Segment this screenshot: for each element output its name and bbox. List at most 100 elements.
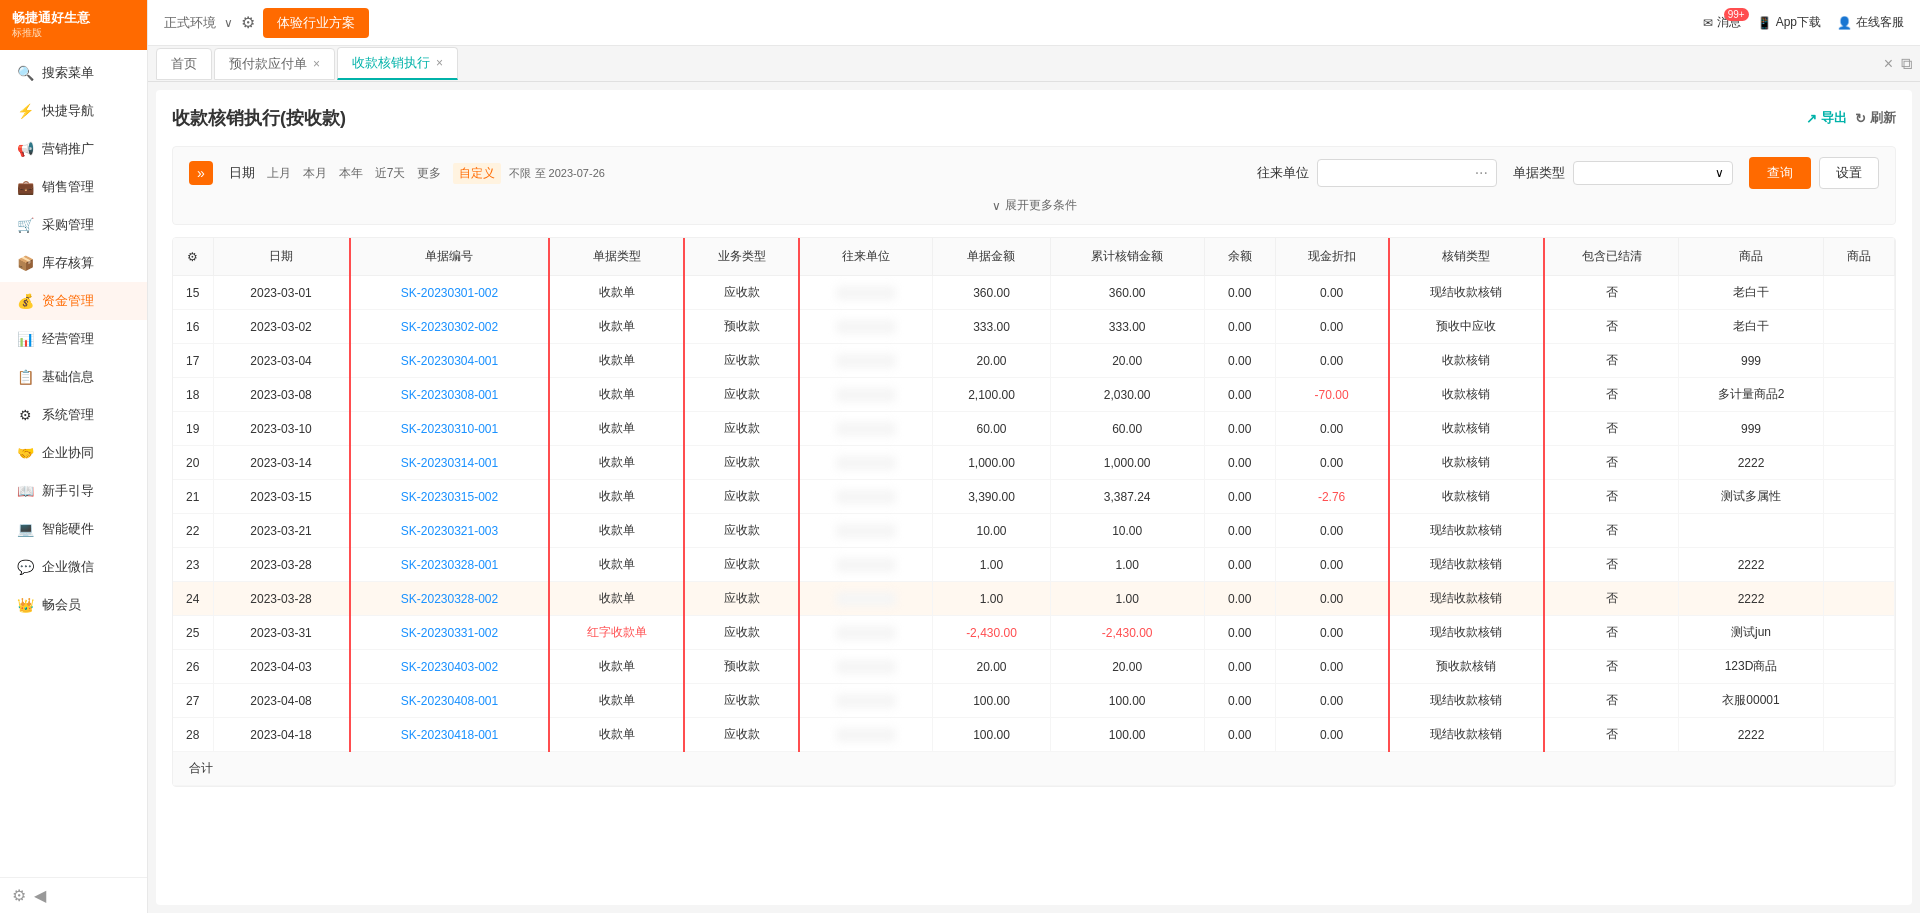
sidebar-item-member[interactable]: 👑畅会员 — [0, 586, 147, 624]
sidebar-item-marketing[interactable]: 📢营销推广 — [0, 130, 147, 168]
cell-product1: 2222 — [1679, 548, 1824, 582]
cell-bill-no: SK-20230403-002 — [350, 650, 550, 684]
topbar-msg[interactable]: ✉ 消息 99+ — [1703, 14, 1741, 31]
sidebar-item-corp[interactable]: 🤝企业协同 — [0, 434, 147, 472]
filter-custom-btn[interactable]: 自定义 — [453, 163, 501, 184]
bill-no-link[interactable]: SK-20230302-002 — [401, 320, 498, 334]
partner-dots[interactable]: ··· — [1475, 164, 1488, 182]
sidebar-collapse-icon[interactable]: ◀ — [34, 886, 46, 905]
close-window-icon[interactable]: × — [1884, 55, 1893, 73]
sidebar-item-hardware[interactable]: 💻智能硬件 — [0, 510, 147, 548]
cell-writeoff-type: 现结收款核销 — [1389, 276, 1545, 310]
sidebar-item-sales[interactable]: 💼销售管理 — [0, 168, 147, 206]
cell-bill-no: SK-20230314-001 — [350, 446, 550, 480]
tab-close-2[interactable]: × — [436, 56, 443, 70]
table-row: 27 2023-04-08 SK-20230408-001 收款单 应收款 10… — [173, 684, 1895, 718]
sidebar-item-nav[interactable]: ⚡快捷导航 — [0, 92, 147, 130]
cell-partner — [799, 514, 933, 548]
bill-no-link[interactable]: SK-20230403-002 — [401, 660, 498, 674]
topbar-gear-icon[interactable]: ⚙ — [241, 13, 255, 32]
sidebar-icon-member: 👑 — [16, 597, 34, 613]
bill-no-link[interactable]: SK-20230310-001 — [401, 422, 498, 436]
cell-writeoff: 360.00 — [1050, 276, 1204, 310]
tab-1[interactable]: 预付款应付单× — [214, 48, 335, 80]
cell-amount: 60.00 — [933, 412, 1050, 446]
col-amount: 单据金额 — [933, 238, 1050, 276]
settings-icon[interactable]: ⚙ — [187, 250, 198, 264]
bill-no-link[interactable]: SK-20230418-001 — [401, 728, 498, 742]
cell-writeoff: 20.00 — [1050, 650, 1204, 684]
cell-amount: 2,100.00 — [933, 378, 1050, 412]
expand-more-button[interactable]: ∨ 展开更多条件 — [992, 197, 1077, 214]
topbar-service[interactable]: 👤 在线客服 — [1837, 14, 1904, 31]
cell-amount: 1.00 — [933, 548, 1050, 582]
export-button[interactable]: ↗ 导出 — [1806, 109, 1847, 127]
filter-date-btn[interactable]: 本月 — [299, 163, 331, 184]
bill-no-link[interactable]: SK-20230314-001 — [401, 456, 498, 470]
filter-date-btn[interactable]: 上月 — [263, 163, 295, 184]
sidebar-label-sales: 销售管理 — [42, 178, 94, 196]
cell-writeoff: 20.00 — [1050, 344, 1204, 378]
cell-balance: 0.00 — [1204, 480, 1275, 514]
restore-window-icon[interactable]: ⧉ — [1901, 55, 1912, 73]
bill-no-link[interactable]: SK-20230308-001 — [401, 388, 498, 402]
page-header: 收款核销执行(按收款) ↗ 导出 ↻ 刷新 — [172, 106, 1896, 130]
cell-partner — [799, 616, 933, 650]
sidebar-item-purchase[interactable]: 🛒采购管理 — [0, 206, 147, 244]
sidebar-icon-search: 🔍 — [16, 65, 34, 81]
cell-amount: 333.00 — [933, 310, 1050, 344]
sidebar-item-inventory[interactable]: 📦库存核算 — [0, 244, 147, 282]
sidebar-settings-icon[interactable]: ⚙ — [12, 886, 26, 905]
cell-product1: 2222 — [1679, 446, 1824, 480]
sidebar-item-search[interactable]: 🔍搜索菜单 — [0, 54, 147, 92]
bill-no-link[interactable]: SK-20230321-003 — [401, 524, 498, 538]
bill-no-link[interactable]: SK-20230331-002 — [401, 626, 498, 640]
cell-date: 2023-03-14 — [213, 446, 350, 480]
cell-balance: 0.00 — [1204, 650, 1275, 684]
filter-date-btn[interactable]: 更多 — [413, 163, 445, 184]
cell-no: 20 — [173, 446, 213, 480]
sidebar-item-base[interactable]: 📋基础信息 — [0, 358, 147, 396]
refresh-button[interactable]: ↻ 刷新 — [1855, 109, 1896, 127]
sidebar-item-guide[interactable]: 📖新手引导 — [0, 472, 147, 510]
cell-no: 21 — [173, 480, 213, 514]
filter-date-btn[interactable]: 近7天 — [371, 163, 410, 184]
sidebar-item-finance[interactable]: 💰资金管理 — [0, 282, 147, 320]
cell-product2 — [1823, 276, 1894, 310]
filter-bar: » 日期 上月本月本年近7天更多 自定义 不限 至 2023-07-26 往来单… — [172, 146, 1896, 225]
filter-right-actions: 查询 设置 — [1749, 157, 1879, 189]
cell-discount: -70.00 — [1275, 378, 1388, 412]
filter-date-btn[interactable]: 本年 — [335, 163, 367, 184]
cell-biz-type: 应收款 — [684, 480, 798, 514]
tab-0[interactable]: 首页 — [156, 48, 212, 80]
cell-bill-type: 收款单 — [549, 718, 684, 752]
tab-close-1[interactable]: × — [313, 57, 320, 71]
cell-no: 25 — [173, 616, 213, 650]
bill-no-link[interactable]: SK-20230315-002 — [401, 490, 498, 504]
sidebar-item-wechat[interactable]: 💬企业微信 — [0, 548, 147, 586]
bill-no-link[interactable]: SK-20230408-001 — [401, 694, 498, 708]
cell-balance: 0.00 — [1204, 344, 1275, 378]
cell-date: 2023-04-08 — [213, 684, 350, 718]
solution-button[interactable]: 体验行业方案 — [263, 8, 369, 38]
table-row: 24 2023-03-28 SK-20230328-002 收款单 应收款 1.… — [173, 582, 1895, 616]
col-discount: 现金折扣 — [1275, 238, 1388, 276]
sidebar-item-system[interactable]: ⚙系统管理 — [0, 396, 147, 434]
bill-no-link[interactable]: SK-20230301-002 — [401, 286, 498, 300]
settings-button[interactable]: 设置 — [1819, 157, 1879, 189]
bill-no-link[interactable]: SK-20230328-002 — [401, 592, 498, 606]
cell-writeoff-type: 收款核销 — [1389, 412, 1545, 446]
bill-no-link[interactable]: SK-20230328-001 — [401, 558, 498, 572]
sidebar-item-operation[interactable]: 📊经营管理 — [0, 320, 147, 358]
cell-date: 2023-04-18 — [213, 718, 350, 752]
tab-2[interactable]: 收款核销执行× — [337, 47, 458, 80]
topbar-dropdown[interactable]: ∨ — [224, 16, 233, 30]
cell-bill-type: 收款单 — [549, 310, 684, 344]
cell-discount: 0.00 — [1275, 446, 1388, 480]
query-button[interactable]: 查询 — [1749, 157, 1811, 189]
bill-no-link[interactable]: SK-20230304-001 — [401, 354, 498, 368]
topbar-app[interactable]: 📱 App下载 — [1757, 14, 1821, 31]
topbar-env: 正式环境 — [164, 14, 216, 32]
cell-product2 — [1823, 548, 1894, 582]
filter-expand-button[interactable]: » — [189, 161, 213, 185]
